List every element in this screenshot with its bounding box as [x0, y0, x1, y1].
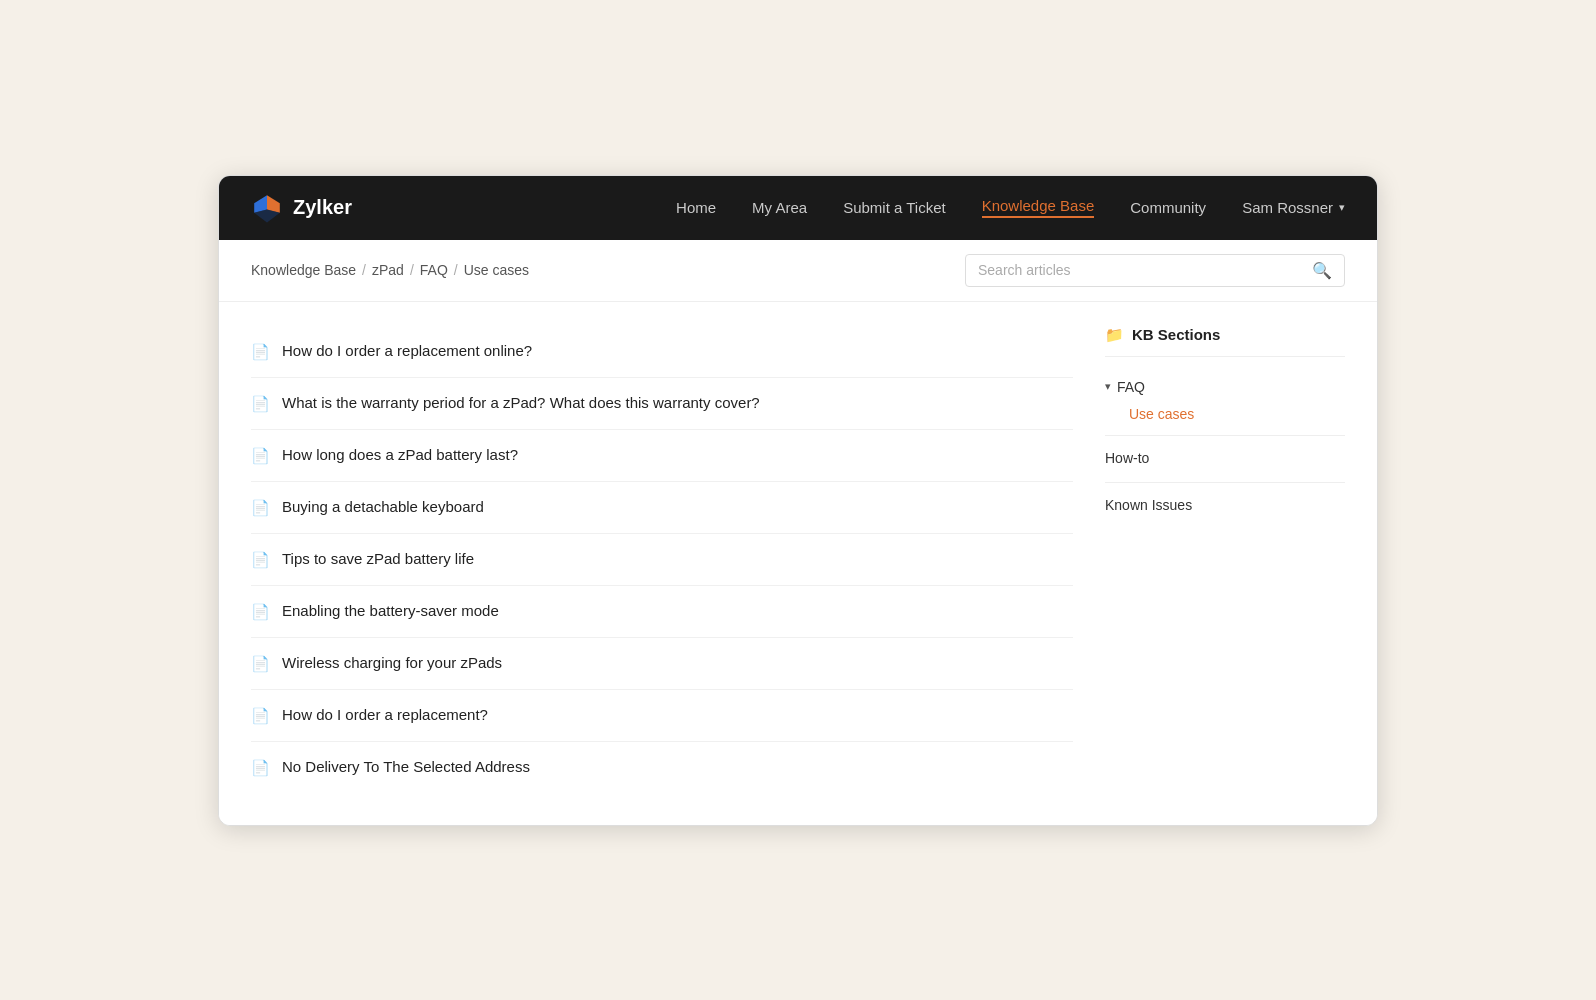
- article-title: Buying a detachable keyboard: [282, 498, 484, 515]
- logo-area[interactable]: Zylker: [251, 192, 352, 224]
- list-item[interactable]: 📄 How do I order a replacement online?: [251, 326, 1073, 378]
- list-item[interactable]: 📄 What is the warranty period for a zPad…: [251, 378, 1073, 430]
- article-title: How do I order a replacement?: [282, 706, 488, 723]
- document-icon: 📄: [251, 707, 270, 725]
- nav-community[interactable]: Community: [1130, 199, 1206, 216]
- breadcrumb-sep-1: /: [362, 262, 366, 278]
- search-box: 🔍: [965, 254, 1345, 287]
- breadcrumb-bar: Knowledge Base / zPad / FAQ / Use cases …: [219, 240, 1377, 302]
- logo-icon: [251, 192, 283, 224]
- document-icon: 📄: [251, 759, 270, 777]
- sidebar-section-known-issues: Known Issues: [1105, 489, 1345, 521]
- list-item[interactable]: 📄 How long does a zPad battery last?: [251, 430, 1073, 482]
- search-input[interactable]: [978, 262, 1312, 278]
- document-icon: 📄: [251, 499, 270, 517]
- known-issues-label[interactable]: Known Issues: [1105, 489, 1345, 521]
- navbar: Zylker Home My Area Submit a Ticket Know…: [219, 176, 1377, 240]
- document-icon: 📄: [251, 655, 270, 673]
- browser-window: Zylker Home My Area Submit a Ticket Know…: [218, 175, 1378, 826]
- breadcrumb-knowledge-base[interactable]: Knowledge Base: [251, 262, 356, 278]
- list-item[interactable]: 📄 Buying a detachable keyboard: [251, 482, 1073, 534]
- nav-submit-ticket[interactable]: Submit a Ticket: [843, 199, 946, 216]
- sidebar-child-use-cases[interactable]: Use cases: [1105, 401, 1345, 427]
- list-item[interactable]: 📄 Wireless charging for your zPads: [251, 638, 1073, 690]
- breadcrumb: Knowledge Base / zPad / FAQ / Use cases: [251, 262, 529, 278]
- main-content: 📄 How do I order a replacement online? 📄…: [219, 302, 1377, 825]
- articles-list: 📄 How do I order a replacement online? 📄…: [251, 326, 1073, 793]
- chevron-down-icon: ▾: [1339, 201, 1345, 214]
- article-title: How long does a zPad battery last?: [282, 446, 518, 463]
- logo-text: Zylker: [293, 196, 352, 219]
- sidebar-divider-1: [1105, 435, 1345, 436]
- chevron-down-icon: ▾: [1105, 380, 1111, 393]
- nav-links: Home My Area Submit a Ticket Knowledge B…: [676, 197, 1206, 218]
- article-title: What is the warranty period for a zPad? …: [282, 394, 760, 411]
- sidebar: 📁 KB Sections ▾ FAQ Use cases How-to Kno…: [1105, 326, 1345, 793]
- list-item[interactable]: 📄 Tips to save zPad battery life: [251, 534, 1073, 586]
- sidebar-section-faq: ▾ FAQ Use cases: [1105, 373, 1345, 427]
- list-item[interactable]: 📄 Enabling the battery-saver mode: [251, 586, 1073, 638]
- document-icon: 📄: [251, 603, 270, 621]
- sidebar-divider-2: [1105, 482, 1345, 483]
- breadcrumb-sep-3: /: [454, 262, 458, 278]
- nav-knowledge-base[interactable]: Knowledge Base: [982, 197, 1095, 218]
- folder-icon: 📁: [1105, 326, 1124, 344]
- breadcrumb-use-cases[interactable]: Use cases: [464, 262, 529, 278]
- list-item[interactable]: 📄 No Delivery To The Selected Address: [251, 742, 1073, 793]
- how-to-label[interactable]: How-to: [1105, 442, 1345, 474]
- article-title: How do I order a replacement online?: [282, 342, 532, 359]
- document-icon: 📄: [251, 447, 270, 465]
- faq-section-toggle[interactable]: ▾ FAQ: [1105, 373, 1345, 401]
- nav-home[interactable]: Home: [676, 199, 716, 216]
- breadcrumb-zpad[interactable]: zPad: [372, 262, 404, 278]
- search-button[interactable]: 🔍: [1312, 261, 1332, 280]
- kb-sections-header: 📁 KB Sections: [1105, 326, 1345, 357]
- article-title: No Delivery To The Selected Address: [282, 758, 530, 775]
- document-icon: 📄: [251, 343, 270, 361]
- article-title: Wireless charging for your zPads: [282, 654, 502, 671]
- document-icon: 📄: [251, 551, 270, 569]
- article-title: Tips to save zPad battery life: [282, 550, 474, 567]
- kb-sections-title: KB Sections: [1132, 326, 1220, 343]
- sidebar-section-how-to: How-to: [1105, 442, 1345, 474]
- breadcrumb-sep-2: /: [410, 262, 414, 278]
- nav-my-area[interactable]: My Area: [752, 199, 807, 216]
- document-icon: 📄: [251, 395, 270, 413]
- breadcrumb-faq[interactable]: FAQ: [420, 262, 448, 278]
- article-title: Enabling the battery-saver mode: [282, 602, 499, 619]
- list-item[interactable]: 📄 How do I order a replacement?: [251, 690, 1073, 742]
- user-name: Sam Rossner: [1242, 199, 1333, 216]
- faq-label: FAQ: [1117, 379, 1145, 395]
- user-menu[interactable]: Sam Rossner ▾: [1242, 199, 1345, 216]
